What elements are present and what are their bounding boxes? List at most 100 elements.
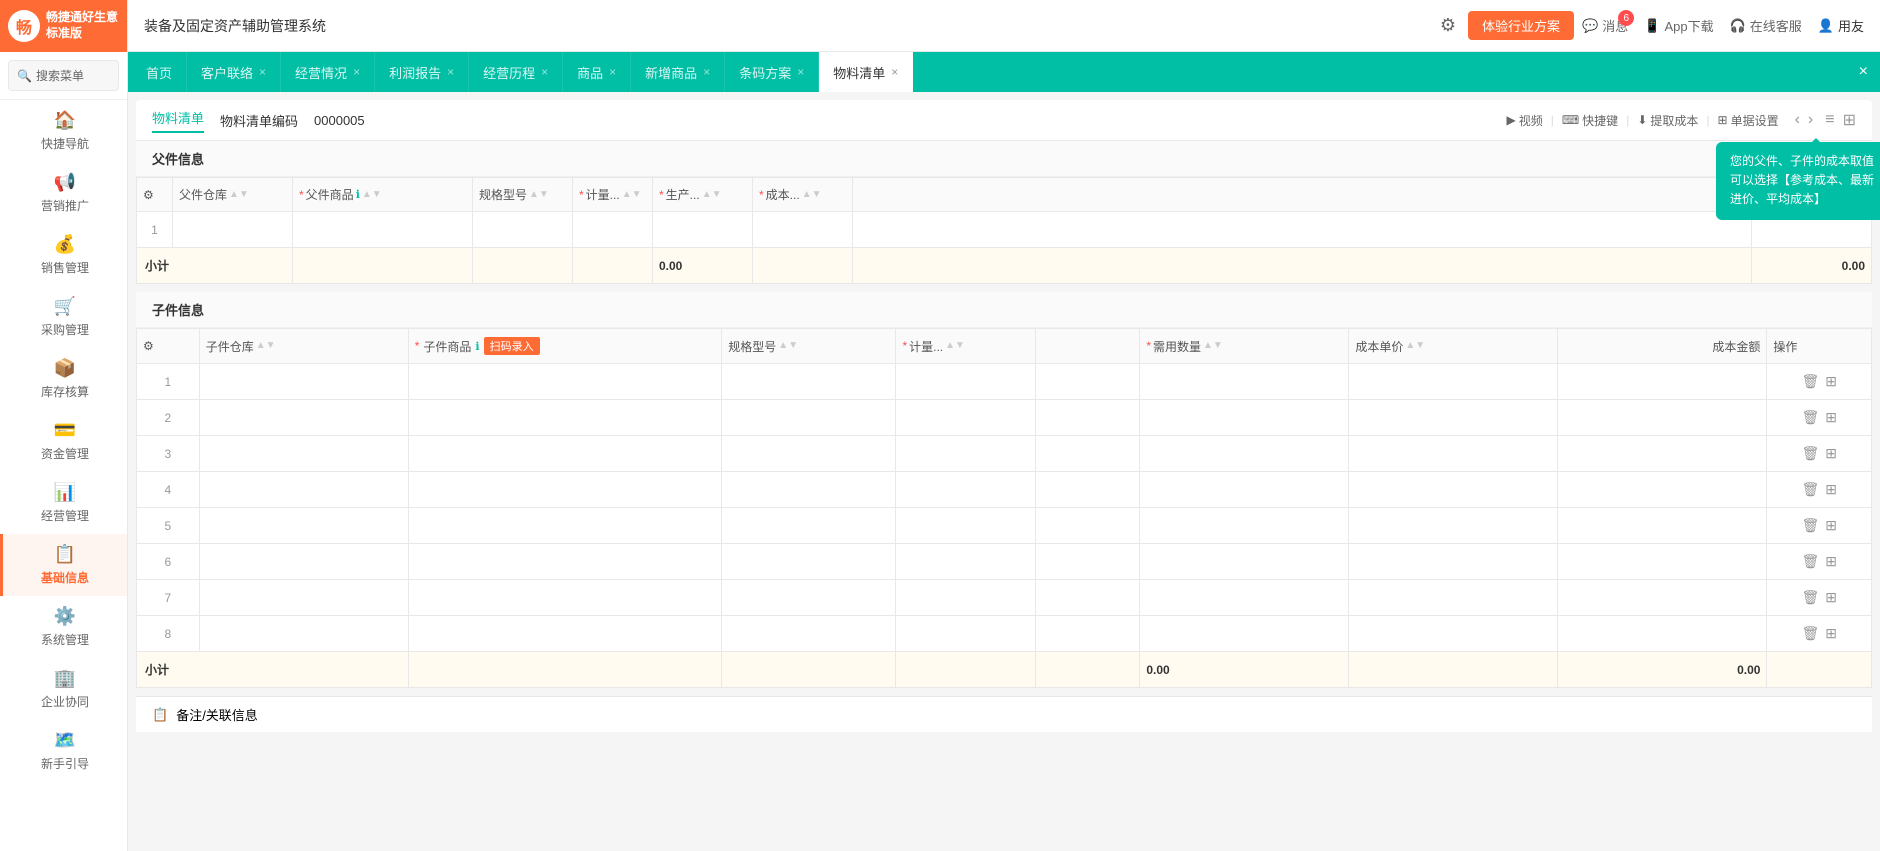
child-product-cell[interactable] (408, 616, 722, 652)
sidebar-item-system[interactable]: ⚙️ 系统管理 (0, 596, 127, 658)
copy-icon[interactable]: ⊞ (1825, 373, 1837, 390)
child-warehouse-cell[interactable] (199, 400, 408, 436)
tab-close-goods[interactable]: × (609, 65, 616, 79)
child-spec-cell[interactable] (722, 616, 896, 652)
close-all-tabs-button[interactable]: × (1847, 63, 1880, 81)
app-download-button[interactable]: 📱 App下载 (1644, 16, 1713, 35)
parent-warehouse-cell[interactable] (173, 212, 293, 248)
delete-icon[interactable]: 🗑 (1801, 553, 1819, 570)
sidebar-item-quick-nav[interactable]: 🏠 快捷导航 (0, 100, 127, 162)
tab-close-profit-report[interactable]: × (447, 65, 454, 79)
sidebar-item-purchase[interactable]: 🛒 采购管理 (0, 286, 127, 348)
copy-icon[interactable]: ⊞ (1825, 553, 1837, 570)
child-warehouse-cell[interactable] (199, 580, 408, 616)
message-button[interactable]: 💬 消息 6 (1582, 16, 1628, 35)
view-button[interactable]: ▶ 视频 (1506, 112, 1542, 129)
child-unit-cost-cell[interactable] (1349, 364, 1558, 400)
page-tab-bom-list[interactable]: 物料清单 (152, 108, 204, 133)
child-warehouse-cell[interactable] (199, 544, 408, 580)
online-service-button[interactable]: 🎧 在线客服 (1730, 16, 1802, 35)
child-qty-cell[interactable] (1140, 508, 1349, 544)
child-product-cell[interactable] (408, 364, 722, 400)
child-product-cell[interactable] (408, 508, 722, 544)
child-spec-cell[interactable] (722, 364, 896, 400)
trial-button[interactable]: 体验行业方案 (1468, 11, 1574, 40)
child-unit-cost-cell[interactable] (1349, 580, 1558, 616)
child-warehouse-cell[interactable] (199, 436, 408, 472)
child-unit-cell[interactable] (896, 616, 1035, 652)
parent-spec-cell[interactable] (473, 212, 573, 248)
child-unit-cost-cell[interactable] (1349, 472, 1558, 508)
parent-col-settings[interactable]: ⚙ (137, 178, 173, 212)
child-product-cell[interactable] (408, 580, 722, 616)
child-product-cell[interactable] (408, 436, 722, 472)
child-unit-cell[interactable] (896, 364, 1035, 400)
toolbar-nav-prev[interactable]: ‹ (1795, 111, 1800, 129)
child-unit-cost-cell[interactable] (1349, 436, 1558, 472)
sidebar-item-inventory[interactable]: 📦 库存核算 (0, 348, 127, 410)
tab-close-operation-history[interactable]: × (541, 65, 548, 79)
parent-product-cell[interactable] (293, 212, 473, 248)
child-spec-cell[interactable] (722, 436, 896, 472)
tab-close-add-goods[interactable]: × (703, 65, 710, 79)
parent-cost-cell[interactable] (753, 212, 853, 248)
tab-goods[interactable]: 商品 × (563, 52, 631, 92)
child-qty-cell[interactable] (1140, 544, 1349, 580)
child-unit-cell[interactable] (896, 472, 1035, 508)
copy-icon[interactable]: ⊞ (1825, 589, 1837, 606)
delete-icon[interactable]: 🗑 (1801, 445, 1819, 462)
copy-icon[interactable]: ⊞ (1825, 481, 1837, 498)
child-col-settings[interactable]: ⚙ (137, 329, 200, 364)
child-warehouse-cell[interactable] (199, 616, 408, 652)
child-unit-cell[interactable] (896, 580, 1035, 616)
tab-close-customer[interactable]: × (259, 65, 266, 79)
child-warehouse-cell[interactable] (199, 508, 408, 544)
sidebar-item-operation[interactable]: 📊 经营管理 (0, 472, 127, 534)
child-qty-cell[interactable] (1140, 472, 1349, 508)
child-warehouse-cell[interactable] (199, 364, 408, 400)
child-unit-cost-cell[interactable] (1349, 508, 1558, 544)
tab-home[interactable]: 首页 (132, 52, 187, 92)
tab-customer[interactable]: 客户联络 × (187, 52, 281, 92)
delete-icon[interactable]: 🗑 (1801, 625, 1819, 642)
tab-add-goods[interactable]: 新增商品 × (631, 52, 725, 92)
child-product-cell[interactable] (408, 472, 722, 508)
child-unit-cost-cell[interactable] (1349, 544, 1558, 580)
search-menu-button[interactable]: 🔍 搜索菜单 (8, 60, 119, 91)
page-tab-bom-code[interactable]: 物料清单编码 (220, 111, 298, 130)
child-qty-cell[interactable] (1140, 580, 1349, 616)
extract-cost-button[interactable]: ⬇ 提取成本 (1637, 112, 1698, 129)
child-unit-cell[interactable] (896, 400, 1035, 436)
toolbar-nav-next[interactable]: › (1808, 111, 1813, 129)
copy-icon[interactable]: ⊞ (1825, 517, 1837, 534)
sidebar-item-marketing[interactable]: 📢 营销推广 (0, 162, 127, 224)
toolbar-grid-icon[interactable]: ≡ (1825, 111, 1834, 129)
child-unit-cell[interactable] (896, 544, 1035, 580)
tab-close-operation-status[interactable]: × (353, 65, 360, 79)
sidebar-item-basic-info[interactable]: 📋 基础信息 (0, 534, 127, 596)
child-spec-cell[interactable] (722, 508, 896, 544)
sidebar-item-enterprise[interactable]: 🏢 企业协同 (0, 658, 127, 720)
child-spec-cell[interactable] (722, 544, 896, 580)
tab-profit-report[interactable]: 利润报告 × (375, 52, 469, 92)
shortcut-button[interactable]: ⌨ 快捷键 (1562, 112, 1618, 129)
child-product-cell[interactable] (408, 400, 722, 436)
tab-operation-history[interactable]: 经营历程 × (469, 52, 563, 92)
single-setting-button[interactable]: ⊞ 单据设置 (1718, 112, 1779, 129)
parent-unit-cell[interactable] (573, 212, 653, 248)
child-spec-cell[interactable] (722, 472, 896, 508)
copy-icon[interactable]: ⊞ (1825, 445, 1837, 462)
sidebar-item-sales[interactable]: 💰 销售管理 (0, 224, 127, 286)
toolbar-expand-icon[interactable]: ⊞ (1843, 110, 1856, 130)
child-unit-cost-cell[interactable] (1349, 616, 1558, 652)
child-unit-cell[interactable] (896, 436, 1035, 472)
copy-icon[interactable]: ⊞ (1825, 409, 1837, 426)
scan-badge[interactable]: 扫码录入 (484, 337, 540, 355)
child-qty-cell[interactable] (1140, 436, 1349, 472)
user-info[interactable]: 👤 用友 (1818, 16, 1864, 35)
tab-barcode[interactable]: 条码方案 × (725, 52, 819, 92)
delete-icon[interactable]: 🗑 (1801, 373, 1819, 390)
sidebar-item-finance[interactable]: 💳 资金管理 (0, 410, 127, 472)
copy-icon[interactable]: ⊞ (1825, 625, 1837, 642)
tab-close-barcode[interactable]: × (797, 65, 804, 79)
